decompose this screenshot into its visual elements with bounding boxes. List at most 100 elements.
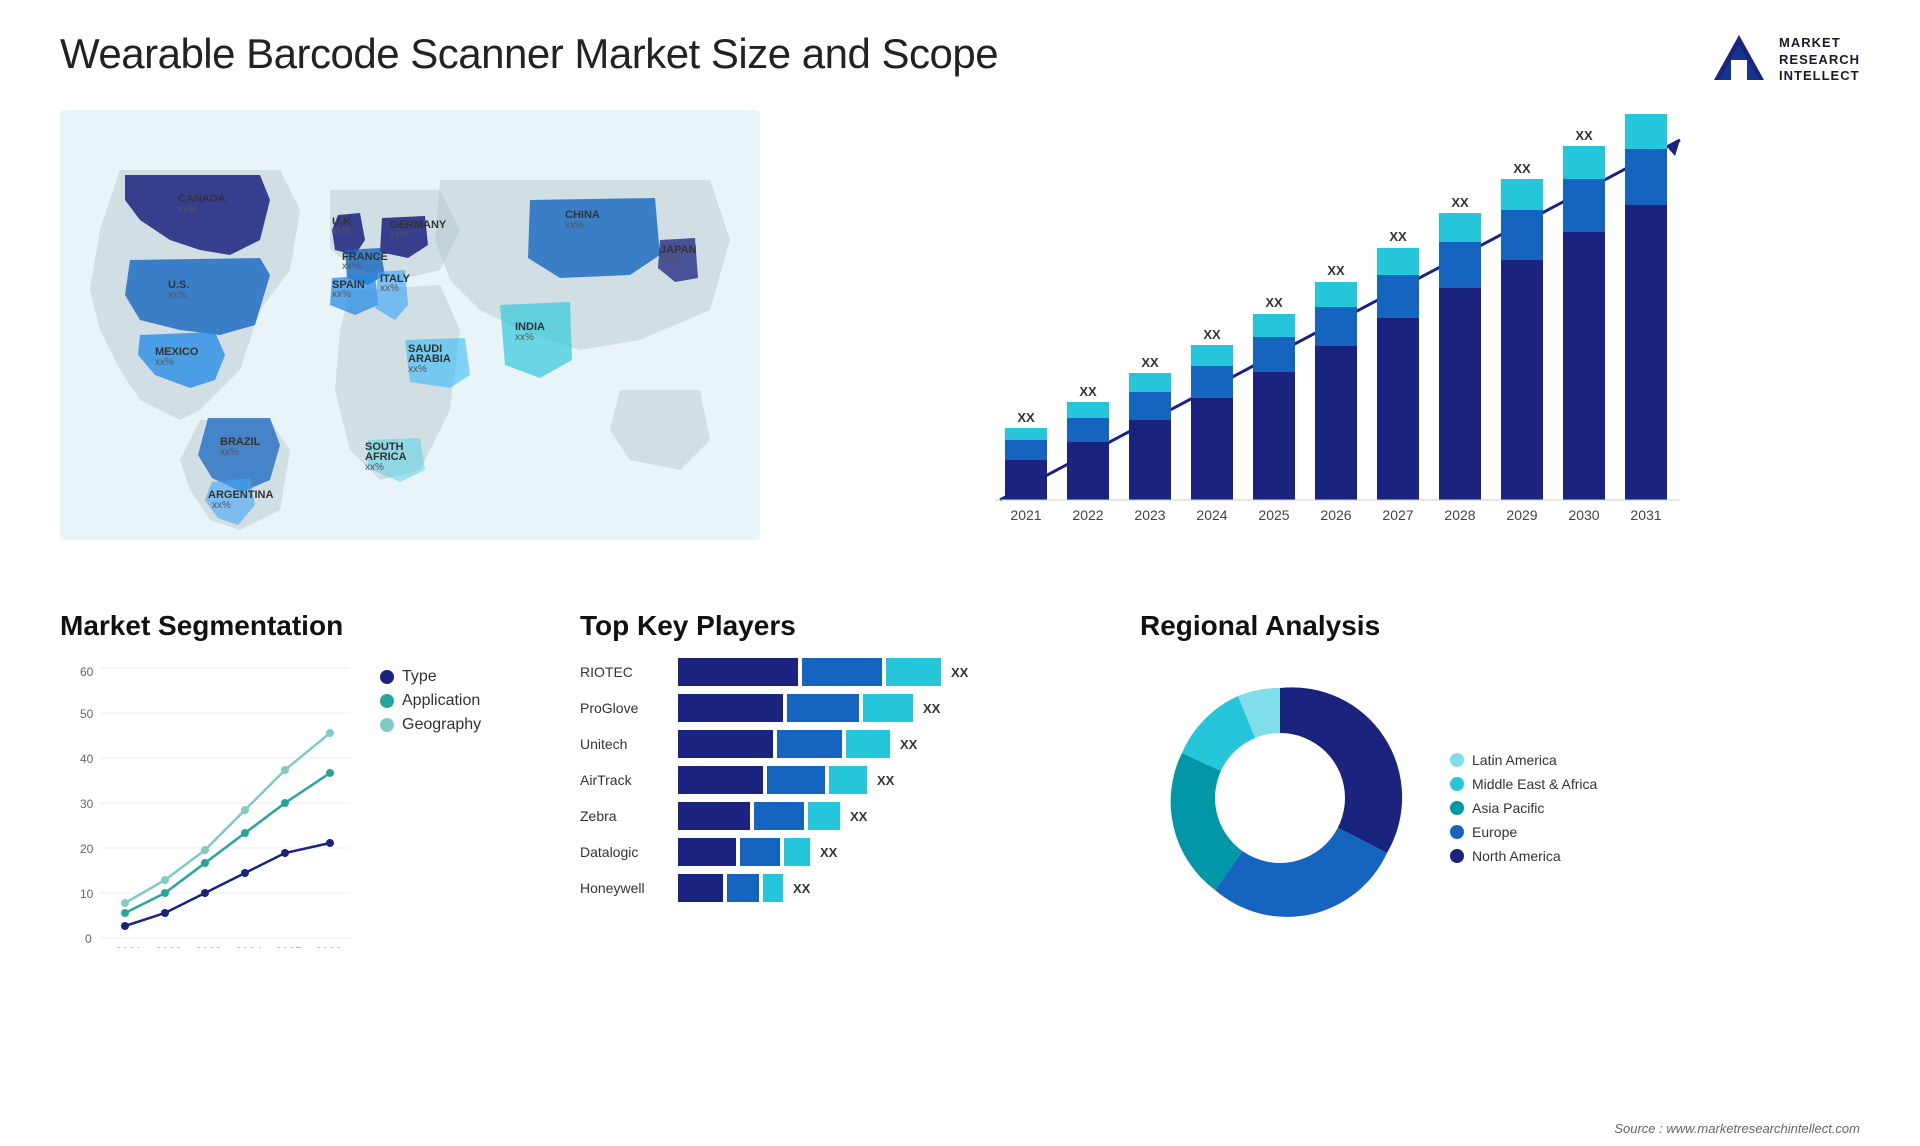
regional-section: Regional Analysis — [1140, 610, 1860, 1010]
svg-text:XX: XX — [1265, 295, 1283, 310]
top-row: CANADA xx% U.S. xx% MEXICO xx% BRAZIL xx… — [60, 110, 1860, 580]
europe-label: Europe — [1472, 824, 1517, 840]
player-name-honeywell: Honeywell — [580, 880, 670, 896]
growth-chart-svg: XX 2021 XX 2022 XX 2023 — [800, 110, 1860, 540]
svg-text:XX: XX — [1203, 327, 1221, 342]
application-dot — [380, 694, 394, 708]
svg-text:XX: XX — [1389, 229, 1407, 244]
player-bar-zebra: XX — [678, 802, 1100, 830]
svg-text:2024: 2024 — [1196, 507, 1227, 523]
svg-text:0: 0 — [85, 932, 92, 946]
bar-chart-container: XX 2021 XX 2022 XX 2023 — [800, 110, 1860, 540]
latin-america-label: Latin America — [1472, 752, 1557, 768]
player-row-riotec: RIOTEC XX — [580, 658, 1100, 686]
logo-text: MARKET RESEARCH INTELLECT — [1779, 35, 1860, 86]
geography-dot — [380, 718, 394, 732]
svg-text:xx%: xx% — [365, 462, 384, 473]
region-legend: Latin America Middle East & Africa Asia … — [1450, 752, 1597, 864]
seg-legend: Type Application Geography — [380, 668, 481, 734]
svg-text:2024: 2024 — [235, 945, 262, 948]
source-text: Source : www.marketresearchintellect.com — [1614, 1121, 1860, 1136]
svg-text:2023: 2023 — [195, 945, 222, 948]
legend-type: Type — [380, 668, 481, 686]
svg-text:2021: 2021 — [1010, 507, 1041, 523]
type-label: Type — [402, 668, 437, 686]
svg-text:2022: 2022 — [155, 945, 182, 948]
svg-text:2029: 2029 — [1506, 507, 1537, 523]
svg-text:XX: XX — [1141, 355, 1159, 370]
svg-text:30: 30 — [80, 797, 94, 811]
svg-text:50: 50 — [80, 707, 94, 721]
player-row-proglove: ProGlove XX — [580, 694, 1100, 722]
svg-text:XX: XX — [1079, 384, 1097, 399]
svg-text:xx%: xx% — [515, 332, 534, 343]
svg-text:2022: 2022 — [1072, 507, 1103, 523]
svg-text:60: 60 — [80, 665, 94, 679]
player-name-airtrack: AirTrack — [580, 772, 670, 788]
svg-text:xx%: xx% — [332, 226, 351, 237]
region-north-america: North America — [1450, 848, 1597, 864]
svg-text:xx%: xx% — [178, 204, 197, 215]
svg-text:xx%: xx% — [212, 500, 231, 511]
region-latin-america: Latin America — [1450, 752, 1597, 768]
svg-text:xx%: xx% — [565, 220, 584, 231]
svg-text:xx%: xx% — [408, 364, 427, 375]
segmentation-title: Market Segmentation — [60, 610, 540, 642]
player-row-honeywell: Honeywell XX — [580, 874, 1100, 902]
regional-title: Regional Analysis — [1140, 610, 1860, 642]
player-bar-unitech: XX — [678, 730, 1100, 758]
svg-text:2026: 2026 — [315, 945, 342, 948]
map-container: CANADA xx% U.S. xx% MEXICO xx% BRAZIL xx… — [60, 110, 760, 530]
type-dot — [380, 670, 394, 684]
player-bar-proglove: XX — [678, 694, 1100, 722]
player-name-proglove: ProGlove — [580, 700, 670, 716]
middle-east-africa-label: Middle East & Africa — [1472, 776, 1597, 792]
player-row-zebra: Zebra XX — [580, 802, 1100, 830]
svg-text:2027: 2027 — [1382, 507, 1413, 523]
logo-icon — [1709, 30, 1769, 90]
region-asia-pacific: Asia Pacific — [1450, 800, 1597, 816]
svg-text:2025: 2025 — [1258, 507, 1289, 523]
players-list: RIOTEC XX ProGlove XX — [580, 658, 1100, 910]
svg-text:xx%: xx% — [660, 254, 679, 265]
regional-donut-svg — [1140, 658, 1420, 938]
svg-text:2028: 2028 — [1444, 507, 1475, 523]
region-europe: Europe — [1450, 824, 1597, 840]
player-bar-datalogic: XX — [678, 838, 1100, 866]
svg-text:2026: 2026 — [1320, 507, 1351, 523]
asia-pacific-label: Asia Pacific — [1472, 800, 1544, 816]
svg-text:2021: 2021 — [115, 945, 142, 948]
svg-text:XX: XX — [1575, 128, 1593, 143]
svg-text:2031: 2031 — [1630, 507, 1661, 523]
bottom-row: Market Segmentation 0 10 20 30 40 50 60 — [60, 610, 1860, 1010]
header: Wearable Barcode Scanner Market Size and… — [60, 30, 1860, 90]
region-middle-east-africa: Middle East & Africa — [1450, 776, 1597, 792]
bar-chart-section: XX 2021 XX 2022 XX 2023 — [800, 110, 1860, 580]
world-map-svg: CANADA xx% U.S. xx% MEXICO xx% BRAZIL xx… — [60, 110, 760, 540]
key-players-section: Top Key Players RIOTEC XX ProGlove — [580, 610, 1100, 1010]
svg-text:xx%: xx% — [155, 357, 174, 368]
svg-text:20: 20 — [80, 842, 94, 856]
segmentation-chart-svg: 0 10 20 30 40 50 60 2021 — [60, 658, 360, 948]
svg-text:XX: XX — [1637, 110, 1655, 113]
svg-text:40: 40 — [80, 752, 94, 766]
svg-text:XX: XX — [1327, 263, 1345, 278]
player-name-datalogic: Datalogic — [580, 844, 670, 860]
svg-text:2030: 2030 — [1568, 507, 1599, 523]
player-row-airtrack: AirTrack XX — [580, 766, 1100, 794]
map-section: CANADA xx% U.S. xx% MEXICO xx% BRAZIL xx… — [60, 110, 760, 580]
player-bar-honeywell: XX — [678, 874, 1100, 902]
svg-text:xx%: xx% — [342, 261, 361, 272]
svg-text:XX: XX — [1513, 161, 1531, 176]
svg-text:xx%: xx% — [380, 283, 399, 294]
geography-label: Geography — [402, 716, 481, 734]
application-label: Application — [402, 692, 480, 710]
segmentation-section: Market Segmentation 0 10 20 30 40 50 60 — [60, 610, 540, 1010]
logo-area: MARKET RESEARCH INTELLECT — [1709, 30, 1860, 90]
page-title: Wearable Barcode Scanner Market Size and… — [60, 30, 998, 78]
svg-text:xx%: xx% — [168, 290, 187, 301]
north-america-label: North America — [1472, 848, 1561, 864]
player-name-unitech: Unitech — [580, 736, 670, 752]
player-bar-airtrack: XX — [678, 766, 1100, 794]
svg-text:xx%: xx% — [332, 289, 351, 300]
